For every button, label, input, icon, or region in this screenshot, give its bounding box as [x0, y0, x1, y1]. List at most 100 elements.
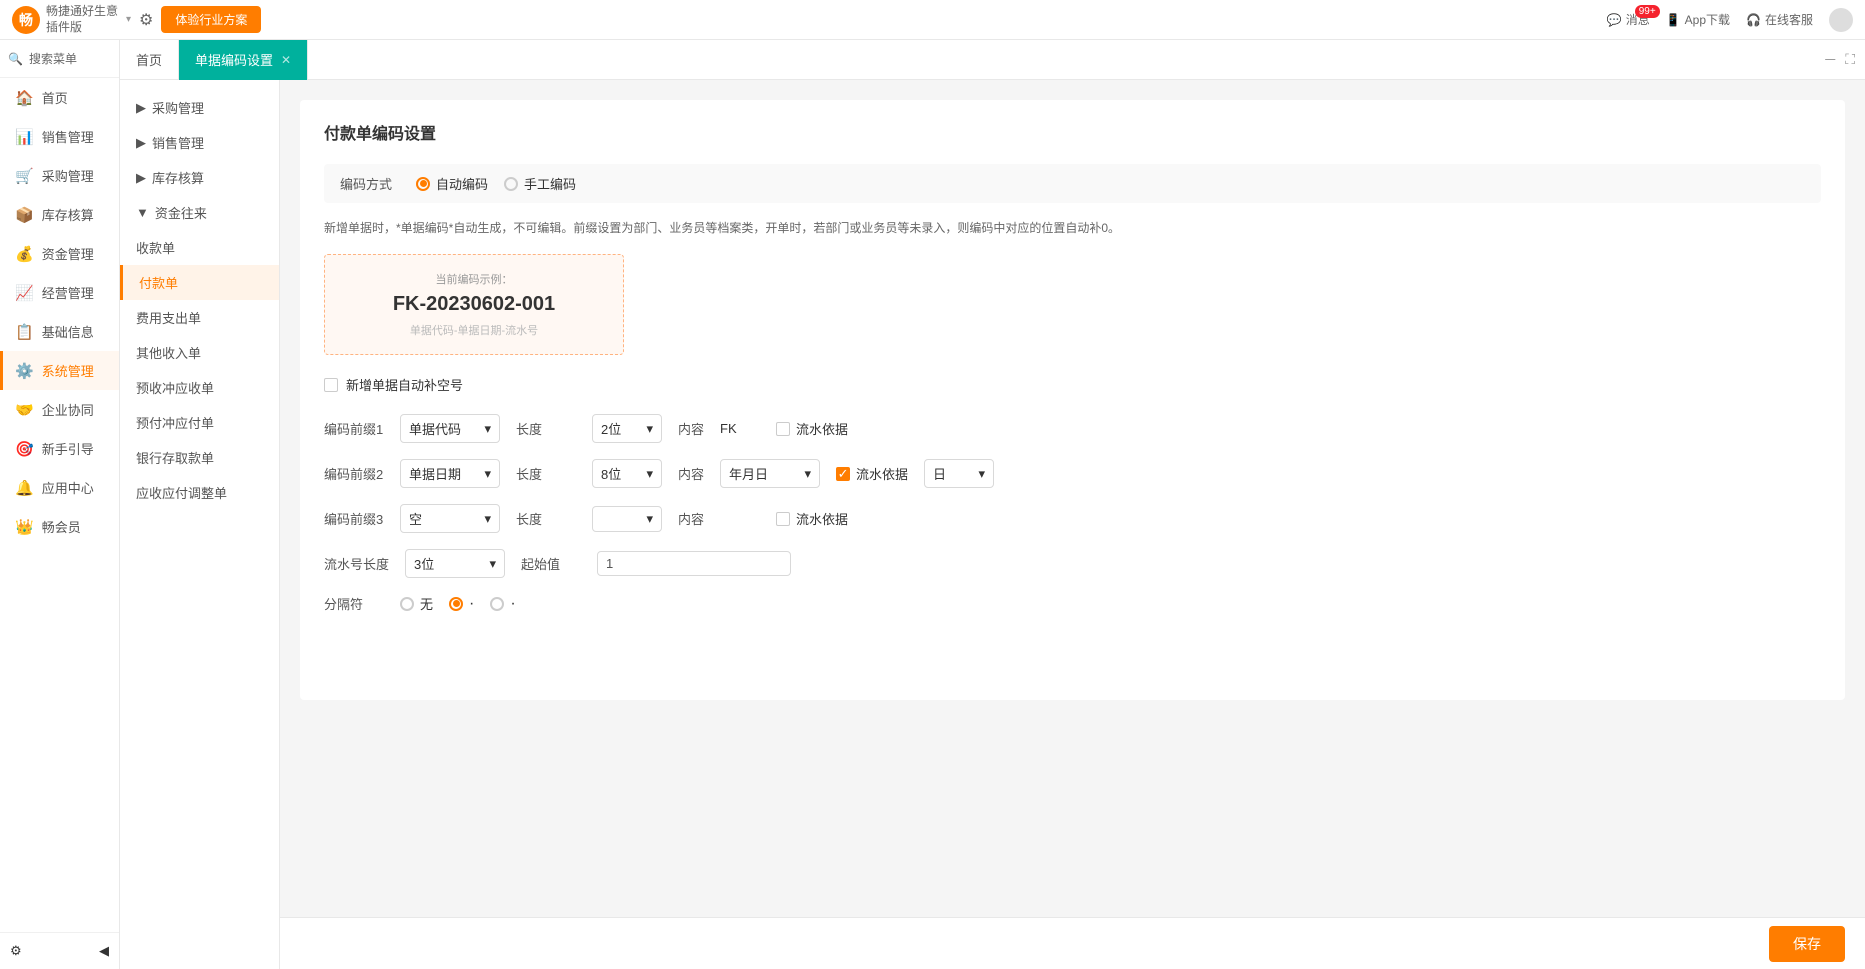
- manual-encode-radio[interactable]: 手工编码: [504, 174, 576, 193]
- length1-select[interactable]: 2位 ▾: [592, 414, 662, 443]
- sidebar-bottom: ⚙ ◀: [0, 932, 119, 969]
- prefix2-label: 编码前缀2: [324, 464, 384, 483]
- sidebar-item-finance[interactable]: 💰 资金管理: [0, 234, 119, 273]
- secondary-item-prepay-pay[interactable]: 预付冲应付单: [120, 405, 279, 440]
- length3-label: 长度: [516, 509, 576, 528]
- sales-icon: 📊: [15, 128, 34, 146]
- finance-icon: 💰: [15, 245, 34, 263]
- group-inventory[interactable]: ▶ 库存核算: [120, 160, 279, 195]
- serial2-unit-dropdown-icon: ▾: [979, 466, 986, 482]
- content2-dropdown-icon: ▾: [804, 466, 811, 482]
- manual-encode-radio-circle: [504, 177, 518, 191]
- prefix2-select[interactable]: 单据日期 ▾: [400, 459, 500, 488]
- prefix3-label: 编码前缀3: [324, 509, 384, 528]
- top-bar: 畅 畅捷通好生意 插件版 ▾ ⚙ 体验行业方案 💬 消息 99+ 📱 App下载…: [0, 0, 1865, 40]
- dropdown-arrow-icon[interactable]: ▾: [126, 14, 131, 25]
- separator-dot1-radio[interactable]: ·: [449, 595, 474, 613]
- tab-close-icon[interactable]: ✕: [281, 53, 291, 67]
- secondary-item-payment[interactable]: 付款单: [120, 265, 279, 300]
- sidebar-item-guide[interactable]: 🎯 新手引导: [0, 429, 119, 468]
- separator-dot2-radio[interactable]: ·: [490, 595, 515, 613]
- serial2-cb-box: ✓: [836, 467, 850, 481]
- logo: 畅 畅捷通好生意 插件版: [12, 4, 118, 35]
- separator-label: 分隔符: [324, 594, 384, 613]
- code-preview-label: 当前编码示例：: [349, 271, 599, 287]
- top-bar-left: 畅 畅捷通好生意 插件版 ▾ ⚙ 体验行业方案: [12, 4, 261, 35]
- prefix3-select[interactable]: 空 ▾: [400, 504, 500, 533]
- sidebar-item-operations[interactable]: 📈 经营管理: [0, 273, 119, 312]
- prefix1-label: 编码前缀1: [324, 419, 384, 438]
- search-icon: 🔍: [8, 52, 23, 66]
- app-download-button[interactable]: 📱 App下载: [1666, 11, 1730, 28]
- vip-icon: 👑: [15, 518, 34, 536]
- auto-encode-radio[interactable]: 自动编码: [416, 174, 488, 193]
- encode-method-label: 编码方式: [340, 174, 392, 193]
- secondary-item-receipt[interactable]: 收款单: [120, 230, 279, 265]
- serial1-checkbox[interactable]: 流水依据: [776, 419, 848, 438]
- sidebar-item-home[interactable]: 🏠 首页: [0, 78, 119, 117]
- save-button[interactable]: 保存: [1769, 926, 1845, 962]
- tab-encode-setting[interactable]: 单据编码设置 ✕: [179, 40, 308, 80]
- sidebar-item-basic[interactable]: 📋 基础信息: [0, 312, 119, 351]
- message-button[interactable]: 💬 消息 99+: [1607, 11, 1650, 28]
- separator-dot2-value: ·: [510, 595, 515, 613]
- length3-dropdown-icon: ▾: [646, 511, 653, 527]
- content2-select[interactable]: 年月日 ▾: [720, 459, 820, 488]
- code-preview-desc: 单据代码-单据日期-流水号: [349, 322, 599, 338]
- secondary-item-bank[interactable]: 银行存取款单: [120, 440, 279, 475]
- auto-fill-checkbox[interactable]: [324, 378, 338, 392]
- sidebar-search[interactable]: 🔍 搜索菜单: [0, 40, 119, 78]
- settings-icon[interactable]: ⚙: [10, 943, 22, 959]
- separator-none-radio[interactable]: 无: [400, 594, 433, 613]
- length2-label: 长度: [516, 464, 576, 483]
- gear-icon[interactable]: ⚙: [139, 10, 153, 30]
- top-bar-right: 💬 消息 99+ 📱 App下载 🎧 在线客服: [1607, 8, 1853, 32]
- length1-label: 长度: [516, 419, 576, 438]
- group-purchase[interactable]: ▶ 采购管理: [120, 90, 279, 125]
- prefix-row-1: 编码前缀1 单据代码 ▾ 长度 2位 ▾ 内容 FK 流水依据: [324, 414, 1821, 443]
- sidebar-item-purchase[interactable]: 🛒 采购管理: [0, 156, 119, 195]
- secondary-item-prepay-recv[interactable]: 预收冲应收单: [120, 370, 279, 405]
- trial-button[interactable]: 体验行业方案: [161, 6, 261, 33]
- sidebar-item-inventory[interactable]: 📦 库存核算: [0, 195, 119, 234]
- auto-encode-radio-circle: [416, 177, 430, 191]
- sidebar-item-sales[interactable]: 📊 销售管理: [0, 117, 119, 156]
- appcenter-icon: 🔔: [15, 479, 34, 497]
- start-value-input[interactable]: [597, 551, 791, 576]
- prefix1-select[interactable]: 单据代码 ▾: [400, 414, 500, 443]
- length1-dropdown-icon: ▾: [646, 421, 653, 437]
- sidebar-item-system[interactable]: ⚙️ 系统管理: [0, 351, 119, 390]
- length3-select[interactable]: ▾: [592, 506, 662, 532]
- serial3-checkbox[interactable]: 流水依据: [776, 509, 848, 528]
- home-icon: 🏠: [15, 89, 34, 107]
- serial-length-select[interactable]: 3位 ▾: [405, 549, 505, 578]
- collapse-icon[interactable]: ◀: [99, 943, 109, 959]
- auto-fill-label: 新增单据自动补空号: [346, 375, 463, 394]
- user-avatar[interactable]: [1829, 8, 1853, 32]
- sidebar-item-appcenter[interactable]: 🔔 应用中心: [0, 468, 119, 507]
- serial2-unit-select[interactable]: 日 ▾: [924, 459, 994, 488]
- service-button[interactable]: 🎧 在线客服: [1746, 11, 1813, 28]
- bottom-bar: 保存: [280, 917, 1865, 969]
- secondary-item-adjust[interactable]: 应收应付调整单: [120, 475, 279, 510]
- serial-config-row: 流水号长度 3位 ▾ 起始值: [324, 549, 1821, 578]
- tab-expand-icon[interactable]: ⛶: [1845, 51, 1855, 68]
- serial2-checkbox[interactable]: ✓ 流水依据: [836, 464, 908, 483]
- secondary-item-expense[interactable]: 费用支出单: [120, 300, 279, 335]
- sidebar-item-enterprise[interactable]: 🤝 企业协同: [0, 390, 119, 429]
- group-sales[interactable]: ▶ 销售管理: [120, 125, 279, 160]
- secondary-sidebar: ▶ 采购管理 ▶ 销售管理 ▶ 库存核算 ▼ 资金往来 收款单 付款单 费用支出…: [120, 80, 280, 969]
- tab-home[interactable]: 首页: [120, 40, 179, 80]
- content2-label: 内容: [678, 464, 704, 483]
- secondary-item-other-income[interactable]: 其他收入单: [120, 335, 279, 370]
- sidebar-item-vip[interactable]: 👑 畅会员: [0, 507, 119, 546]
- basic-icon: 📋: [15, 323, 34, 341]
- group-finance[interactable]: ▼ 资金往来: [120, 195, 279, 230]
- message-icon: 💬: [1607, 13, 1622, 27]
- tab-minimize-icon[interactable]: －: [1823, 50, 1837, 70]
- tab-bar: 首页 单据编码设置 ✕ － ⛶: [120, 40, 1865, 80]
- length2-select[interactable]: 8位 ▾: [592, 459, 662, 488]
- encode-method-row: 编码方式 自动编码 手工编码: [324, 164, 1821, 203]
- main-content: 付款单编码设置 编码方式 自动编码 手工编码 新增单据时，*单据编码*自动生成，…: [280, 80, 1865, 969]
- system-icon: ⚙️: [15, 362, 34, 380]
